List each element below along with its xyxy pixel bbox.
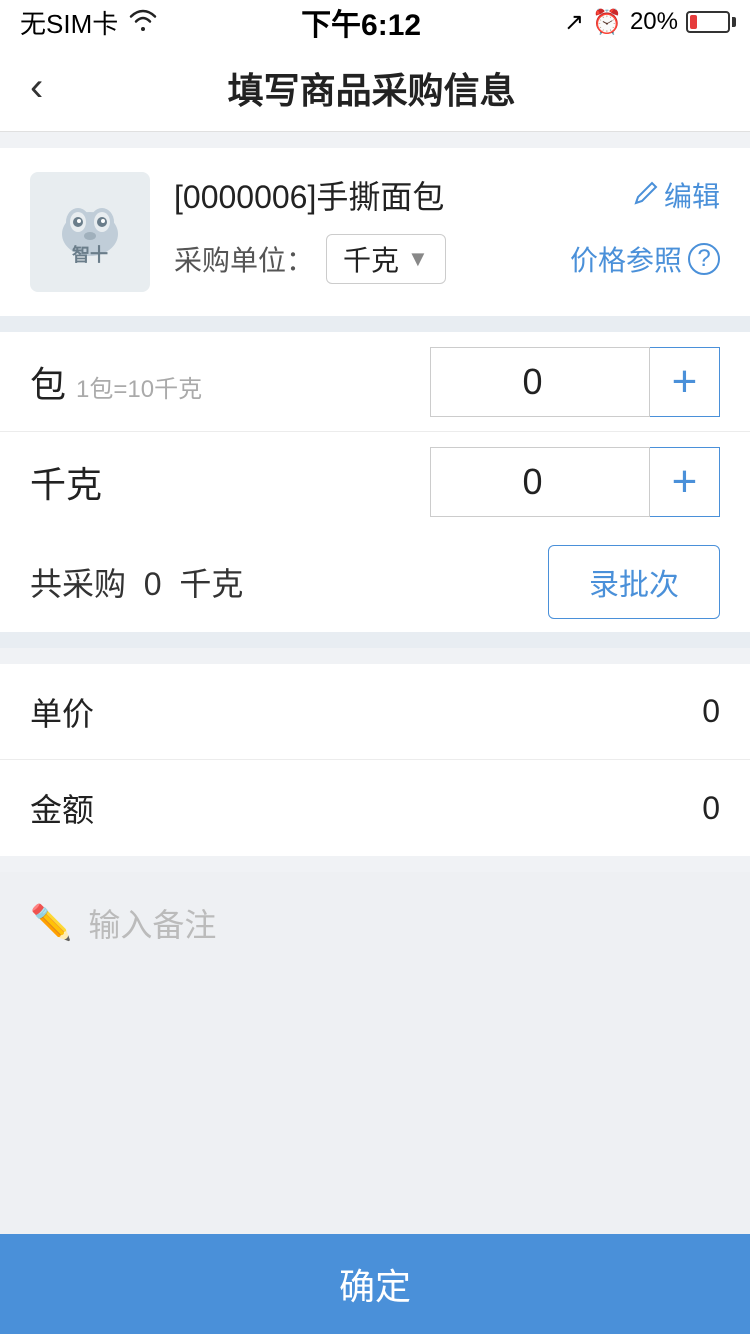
svg-text:智十: 智十: [72, 244, 108, 265]
product-full-name: [0000006]手撕面包: [174, 172, 444, 218]
product-name-row: [0000006]手撕面包 编辑: [174, 172, 720, 218]
status-right: ↗ ⏰ 20%: [564, 8, 730, 37]
dropdown-arrow-icon: ▼: [407, 246, 429, 272]
unit-price-value: 0: [702, 693, 720, 730]
unit-row: 采购单位： 千克 ▼ 价格参照 ?: [174, 234, 720, 284]
price-section: 单价 0 金额 0: [0, 664, 750, 856]
battery-percent: 20%: [630, 8, 678, 36]
battery-icon: [686, 11, 730, 33]
divider-1: [0, 316, 750, 332]
product-image: 智十: [30, 172, 150, 292]
price-ref-question-icon: ?: [688, 243, 720, 275]
edit-button[interactable]: 编辑: [632, 175, 720, 215]
summary-amount: 0: [144, 566, 162, 602]
confirm-button[interactable]: 确定: [0, 1234, 750, 1334]
bao-label-group: 包 1包=10千克: [30, 356, 430, 408]
amount-label: 金额: [30, 785, 94, 831]
status-left: 无SIM卡: [20, 4, 158, 41]
battery-fill: [690, 15, 697, 29]
kg-plus-button[interactable]: +: [650, 447, 720, 517]
bao-input-control: +: [430, 347, 720, 417]
product-info: [0000006]手撕面包 编辑 采购单位： 千克 ▼ 价格参照 ?: [174, 172, 720, 284]
back-button[interactable]: ‹: [30, 55, 63, 120]
location-icon: ↗: [564, 8, 584, 37]
kg-quantity-input[interactable]: [430, 447, 650, 517]
unit-select-dropdown[interactable]: 千克 ▼: [326, 234, 446, 284]
amount-row: 金额 0: [0, 760, 750, 856]
nav-bar: ‹ 填写商品采购信息: [0, 44, 750, 132]
product-card: 智十 [0000006]手撕面包 编辑 采购单位： 千克 ▼ 价格参照: [0, 148, 750, 316]
status-bar: 无SIM卡 下午6:12 ↗ ⏰ 20%: [0, 0, 750, 44]
unit-value: 千克: [343, 239, 399, 279]
bao-sub-label: 1包=10千克: [76, 369, 202, 404]
input-section: 包 1包=10千克 + 千克 +: [0, 332, 750, 532]
wifi-icon: [128, 7, 158, 38]
alarm-icon: ⏰: [592, 8, 622, 37]
product-owl-icon: 智十: [50, 186, 130, 278]
bottom-fill: [0, 974, 750, 1254]
notes-placeholder: 输入备注: [88, 900, 216, 946]
kg-input-row: 千克 +: [0, 432, 750, 532]
bao-input-row: 包 1包=10千克 +: [0, 332, 750, 432]
page-title: 填写商品采购信息: [63, 62, 680, 114]
status-time: 下午6:12: [301, 0, 421, 44]
carrier-label: 无SIM卡: [20, 4, 118, 41]
unit-price-label: 单价: [30, 689, 94, 735]
amount-value: 0: [702, 790, 720, 827]
price-ref-button[interactable]: 价格参照 ?: [570, 239, 720, 279]
bao-label: 包: [30, 356, 66, 408]
unit-price-row: 单价 0: [0, 664, 750, 760]
bao-plus-button[interactable]: +: [650, 347, 720, 417]
bao-quantity-input[interactable]: [430, 347, 650, 417]
unit-label: 采购单位：: [174, 239, 314, 279]
notes-section[interactable]: ✏️ 输入备注: [0, 872, 750, 974]
kg-label-group: 千克: [30, 456, 430, 508]
kg-input-control: +: [430, 447, 720, 517]
price-ref-label: 价格参照: [570, 239, 682, 279]
kg-label: 千克: [30, 456, 102, 508]
record-batch-button[interactable]: 录批次: [548, 545, 720, 619]
summary-row: 共采购 0 千克 录批次: [0, 532, 750, 632]
divider-2: [0, 632, 750, 648]
pencil-icon: ✏️: [30, 903, 72, 943]
summary-text: 共采购 0 千克: [30, 559, 243, 605]
